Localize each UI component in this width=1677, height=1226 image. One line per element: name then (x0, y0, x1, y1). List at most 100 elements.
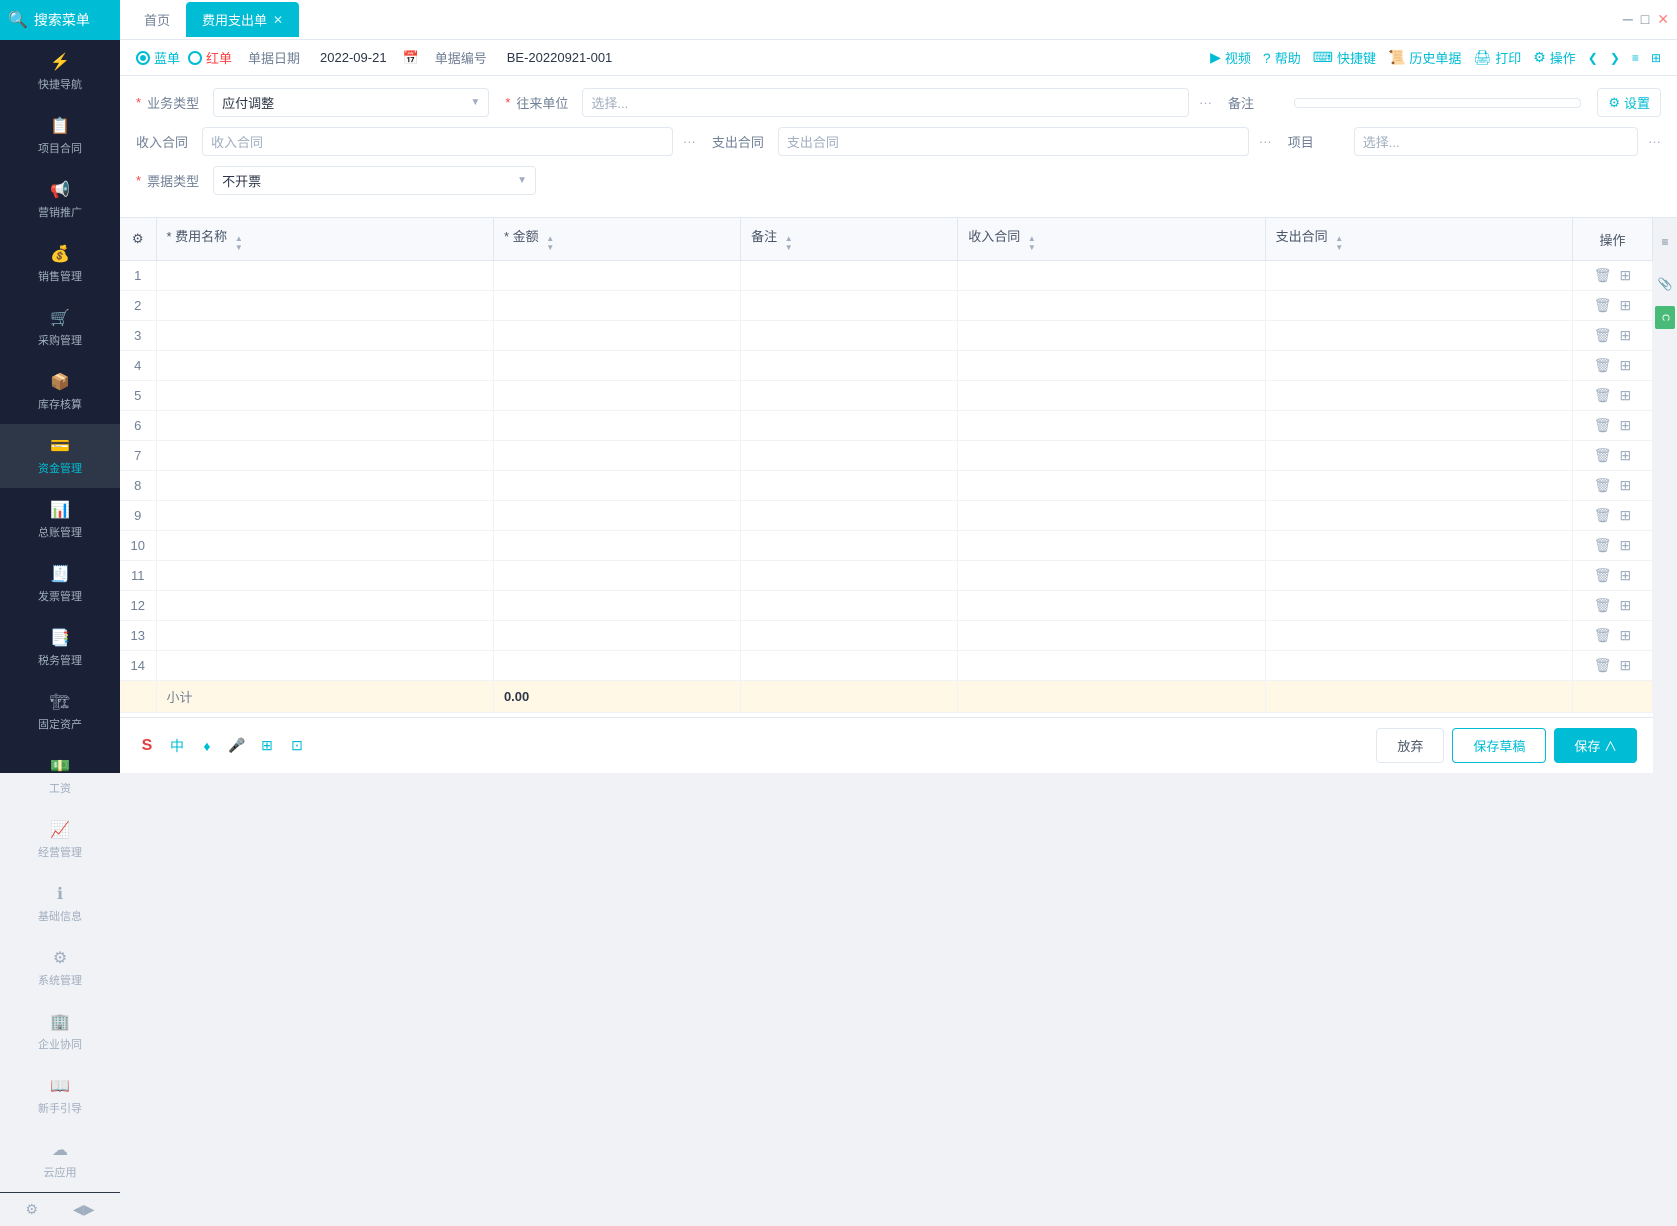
sidebar-item-yun[interactable]: ☁ 云应用 (0, 1128, 120, 1192)
delete-icon[interactable]: 🗑 (1594, 537, 1612, 554)
delete-icon[interactable]: 🗑 (1594, 327, 1612, 344)
remark-cell[interactable] (741, 651, 958, 681)
remark-cell[interactable] (741, 561, 958, 591)
view-list-icon[interactable]: ≡ (1632, 51, 1639, 65)
history-action[interactable]: 📜 历史单据 (1388, 48, 1461, 67)
remark-cell[interactable] (741, 621, 958, 651)
copy-icon[interactable]: ⊞ (1620, 657, 1632, 674)
income-contract-cell[interactable] (958, 321, 1265, 351)
income-contract-cell[interactable] (958, 291, 1265, 321)
copy-icon[interactable]: ⊞ (1620, 417, 1632, 434)
sidebar-item-zhangbu[interactable]: 📊 总账管理 (0, 488, 120, 552)
tab-home[interactable]: 首页 (128, 2, 186, 37)
volume-icon[interactable]: ◀▶ (73, 1201, 95, 1218)
amount-cell[interactable] (493, 441, 740, 471)
income-contract-cell[interactable] (958, 591, 1265, 621)
remark-cell[interactable] (741, 501, 958, 531)
sidebar-item-kucun[interactable]: 📦 库存核算 (0, 360, 120, 424)
expense-contract-cell[interactable] (1265, 291, 1572, 321)
copy-icon[interactable]: ⊞ (1620, 477, 1632, 494)
amount-cell[interactable] (493, 411, 740, 441)
delete-icon[interactable]: 🗑 (1594, 267, 1612, 284)
discard-button[interactable]: 放弃 (1376, 728, 1444, 763)
delete-icon[interactable]: 🗑 (1594, 597, 1612, 614)
expense-contract-cell[interactable] (1265, 591, 1572, 621)
expense-name-cell[interactable] (156, 441, 493, 471)
remark-input[interactable] (1294, 98, 1581, 108)
copy-icon[interactable]: ⊞ (1620, 597, 1632, 614)
expense-name-cell[interactable] (156, 501, 493, 531)
close-button[interactable]: ✕ (1657, 11, 1669, 28)
sidebar-item-gongzi[interactable]: 💵 工资 (0, 744, 120, 808)
save-draft-button[interactable]: 保存草稿 (1452, 728, 1546, 763)
brand-grid2-icon[interactable]: ⊡ (286, 735, 308, 757)
expense-name-cell[interactable] (156, 321, 493, 351)
sidebar-item-shuiwu[interactable]: 📑 税务管理 (0, 616, 120, 680)
business-type-dropdown[interactable]: 应付调整 ▼ (213, 88, 489, 117)
help-action[interactable]: ? 帮助 (1263, 48, 1301, 67)
tab-expense[interactable]: 费用支出单 ✕ (186, 2, 299, 37)
income-more-icon[interactable]: ··· (683, 134, 696, 149)
income-contract-cell[interactable] (958, 471, 1265, 501)
expense-contract-input[interactable]: 支出合同 (778, 127, 1249, 156)
remark-cell[interactable] (741, 591, 958, 621)
expense-name-cell[interactable] (156, 531, 493, 561)
amount-cell[interactable] (493, 291, 740, 321)
nav-left-icon[interactable]: ❮ (1588, 51, 1598, 65)
sidebar-item-kuaijie[interactable]: ⚡ 快捷导航 (0, 40, 120, 104)
amount-cell[interactable] (493, 561, 740, 591)
sort-income-icon[interactable]: ▲▼ (1028, 235, 1036, 252)
expense-contract-cell[interactable] (1265, 441, 1572, 471)
project-more-icon[interactable]: ··· (1648, 134, 1661, 149)
amount-cell[interactable] (493, 621, 740, 651)
income-contract-cell[interactable] (958, 261, 1265, 291)
calendar-icon[interactable]: 📅 (403, 50, 419, 66)
sidebar-item-caigou[interactable]: 🛒 采购管理 (0, 296, 120, 360)
income-contract-cell[interactable] (958, 651, 1265, 681)
maximize-button[interactable]: □ (1641, 11, 1649, 28)
video-action[interactable]: ▶ 视频 (1210, 48, 1251, 67)
income-contract-cell[interactable] (958, 351, 1265, 381)
amount-cell[interactable] (493, 531, 740, 561)
expense-contract-cell[interactable] (1265, 261, 1572, 291)
amount-cell[interactable] (493, 471, 740, 501)
copy-icon[interactable]: ⊞ (1620, 627, 1632, 644)
sidebar-item-jichu[interactable]: ℹ 基础信息 (0, 872, 120, 936)
brand-s-icon[interactable]: S (136, 735, 158, 757)
settings-button[interactable]: ⚙ 设置 (1597, 88, 1661, 117)
copy-icon[interactable]: ⊞ (1620, 567, 1632, 584)
delete-icon[interactable]: 🗑 (1594, 657, 1612, 674)
nav-right-icon[interactable]: ❯ (1610, 51, 1620, 65)
right-panel-icon-2[interactable]: 📎 (1655, 264, 1675, 304)
sort-expense-icon[interactable]: ▲▼ (235, 235, 243, 252)
copy-icon[interactable]: ⊞ (1620, 507, 1632, 524)
amount-cell[interactable] (493, 351, 740, 381)
minimize-button[interactable]: ─ (1623, 11, 1633, 28)
radio-red[interactable]: 红单 (188, 48, 232, 67)
expense-name-cell[interactable] (156, 381, 493, 411)
sidebar-item-guding[interactable]: 🏗 固定资产 (0, 680, 120, 744)
no-value[interactable]: BE-20220921-001 (507, 50, 613, 65)
project-input[interactable]: 选择... (1354, 127, 1638, 156)
delete-icon[interactable]: 🗑 (1594, 417, 1612, 434)
sidebar-item-xinshou[interactable]: 📖 新手引导 (0, 1064, 120, 1128)
income-contract-cell[interactable] (958, 531, 1265, 561)
expense-name-cell[interactable] (156, 561, 493, 591)
expense-contract-cell[interactable] (1265, 531, 1572, 561)
delete-icon[interactable]: 🗑 (1594, 447, 1612, 464)
view-grid-icon[interactable]: ⊞ (1651, 51, 1661, 65)
tab-close-icon[interactable]: ✕ (273, 13, 283, 27)
expense-contract-cell[interactable] (1265, 351, 1572, 381)
expense-name-cell[interactable] (156, 591, 493, 621)
remark-cell[interactable] (741, 381, 958, 411)
brand-mic-icon[interactable]: 🎤 (226, 735, 248, 757)
expense-contract-cell[interactable] (1265, 651, 1572, 681)
income-contract-cell[interactable] (958, 621, 1265, 651)
amount-cell[interactable] (493, 381, 740, 411)
radio-blue[interactable]: 蓝单 (136, 48, 180, 67)
sort-remark-icon[interactable]: ▲▼ (785, 235, 793, 252)
partner-input[interactable]: 选择... (582, 88, 1189, 117)
partner-more-icon[interactable]: ··· (1199, 95, 1212, 110)
expense-contract-cell[interactable] (1265, 321, 1572, 351)
sort-expense-contract-icon[interactable]: ▲▼ (1335, 235, 1343, 252)
